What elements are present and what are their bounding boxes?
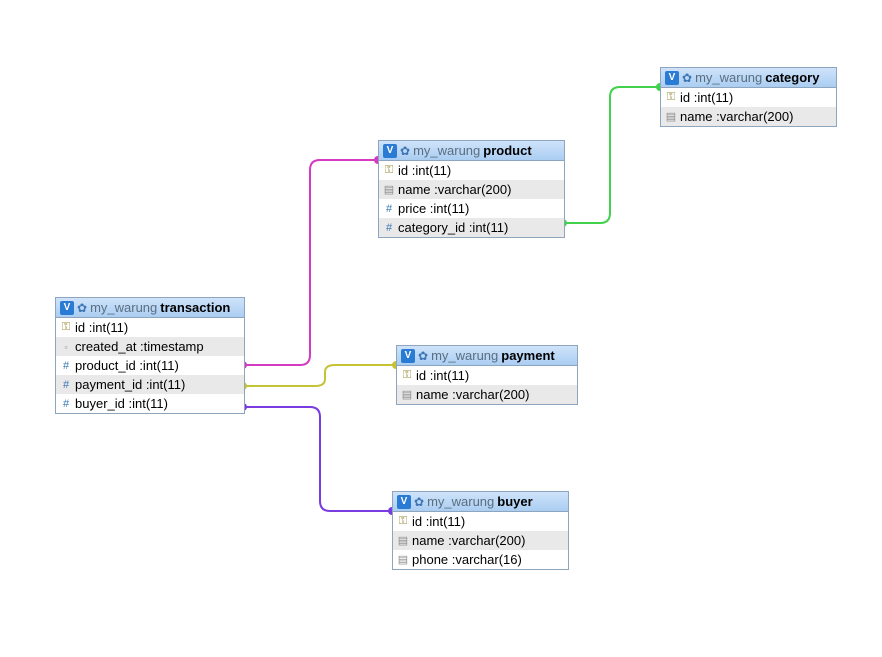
column-label: phone :varchar(16) [412,552,522,567]
schema-label: my_warung [431,348,498,363]
key-icon: ⚿ [383,164,395,177]
column-label: buyer_id :int(11) [75,396,168,411]
doc-icon: ▤ [397,553,409,566]
table-payment[interactable]: V ✿ my_warung payment ⚿id :int(11) ▤name… [396,345,578,405]
doc-icon: ▤ [383,183,395,196]
table-header[interactable]: V ✿ my_warung category [661,68,836,88]
view-icon: V [397,495,411,509]
column-row: ⚿id :int(11) [397,366,577,385]
column-row: ▤name :varchar(200) [661,107,836,126]
key-icon: ⚿ [397,515,409,528]
key-icon: ⚿ [60,321,72,334]
column-label: id :int(11) [416,368,469,383]
column-row: ▤phone :varchar(16) [393,550,568,569]
hash-icon: # [383,222,395,234]
gear-icon[interactable]: ✿ [77,302,87,314]
gear-icon[interactable]: ✿ [682,72,692,84]
column-row: ⚿id :int(11) [379,161,564,180]
column-label: name :varchar(200) [398,182,511,197]
hash-icon: # [383,203,395,215]
table-name: category [765,70,819,85]
column-label: name :varchar(200) [416,387,529,402]
table-header[interactable]: V ✿ my_warung transaction [56,298,244,318]
gear-icon[interactable]: ✿ [414,496,424,508]
gear-icon[interactable]: ✿ [418,350,428,362]
timestamp-icon: ▫ [60,342,72,352]
hash-icon: # [60,398,72,410]
column-row: ▤name :varchar(200) [379,180,564,199]
view-icon: V [401,349,415,363]
gear-icon[interactable]: ✿ [400,145,410,157]
table-header[interactable]: V ✿ my_warung product [379,141,564,161]
hash-icon: # [60,360,72,372]
view-icon: V [60,301,74,315]
column-label: product_id :int(11) [75,358,179,373]
column-label: name :varchar(200) [412,533,525,548]
doc-icon: ▤ [397,534,409,547]
column-row: ▤name :varchar(200) [393,531,568,550]
column-row: #payment_id :int(11) [56,375,244,394]
schema-label: my_warung [427,494,494,509]
schema-label: my_warung [90,300,157,315]
view-icon: V [665,71,679,85]
table-transaction[interactable]: V ✿ my_warung transaction ⚿id :int(11) ▫… [55,297,245,414]
schema-label: my_warung [413,143,480,158]
column-row: #category_id :int(11) [379,218,564,237]
table-name: buyer [497,494,532,509]
table-product[interactable]: V ✿ my_warung product ⚿id :int(11) ▤name… [378,140,565,238]
doc-icon: ▤ [401,388,413,401]
view-icon: V [383,144,397,158]
column-label: id :int(11) [398,163,451,178]
table-category[interactable]: V ✿ my_warung category ⚿id :int(11) ▤nam… [660,67,837,127]
column-label: name :varchar(200) [680,109,793,124]
column-label: payment_id :int(11) [75,377,185,392]
column-row: ▤name :varchar(200) [397,385,577,404]
column-row: ⚿id :int(11) [56,318,244,337]
column-label: id :int(11) [75,320,128,335]
column-label: price :int(11) [398,201,469,216]
column-label: id :int(11) [680,90,733,105]
table-header[interactable]: V ✿ my_warung buyer [393,492,568,512]
column-row: ▫created_at :timestamp [56,337,244,356]
key-icon: ⚿ [401,369,413,382]
column-row: ⚿id :int(11) [661,88,836,107]
column-row: #price :int(11) [379,199,564,218]
column-label: created_at :timestamp [75,339,204,354]
table-name: payment [501,348,554,363]
column-row: #product_id :int(11) [56,356,244,375]
column-row: #buyer_id :int(11) [56,394,244,413]
table-name: product [483,143,531,158]
table-name: transaction [160,300,230,315]
hash-icon: # [60,379,72,391]
column-label: category_id :int(11) [398,220,508,235]
table-header[interactable]: V ✿ my_warung payment [397,346,577,366]
key-icon: ⚿ [665,91,677,104]
table-buyer[interactable]: V ✿ my_warung buyer ⚿id :int(11) ▤name :… [392,491,569,570]
column-label: id :int(11) [412,514,465,529]
doc-icon: ▤ [665,110,677,123]
schema-label: my_warung [695,70,762,85]
column-row: ⚿id :int(11) [393,512,568,531]
